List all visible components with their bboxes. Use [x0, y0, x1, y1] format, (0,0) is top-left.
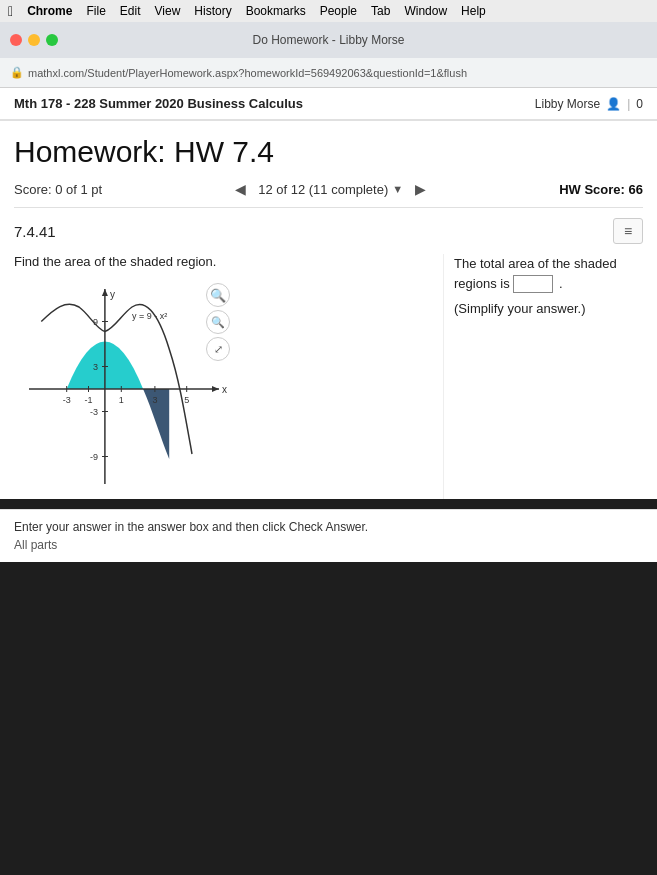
maximize-button[interactable] — [46, 34, 58, 46]
course-header: Mth 178 - 228 Summer 2020 Business Calcu… — [0, 88, 657, 121]
graph-container: -3 -1 1 3 5 9 — [14, 279, 234, 499]
user-name: Libby Morse — [535, 97, 600, 111]
chrome-titlebar: Do Homework - Libby Morse — [0, 22, 657, 58]
extra-info: 0 — [636, 97, 643, 111]
user-info: Libby Morse 👤 | 0 — [535, 97, 643, 111]
list-icon-button[interactable]: ≡ — [613, 218, 643, 244]
zoom-in-button[interactable]: 🔍 — [206, 283, 230, 307]
nav-position: 12 of 12 (11 complete) — [258, 182, 388, 197]
y-label-9: 9 — [93, 317, 98, 327]
nav-text: 12 of 12 (11 complete) ▼ — [258, 182, 403, 197]
expand-icon: ⤢ — [214, 343, 223, 356]
problem-row: 7.4.41 ≡ — [14, 218, 643, 244]
problem-right: The total area of the shaded regions is … — [443, 254, 643, 499]
hw-score: HW Score: 66 — [559, 182, 643, 197]
problem-left: Find the area of the shaded region. — [14, 254, 443, 499]
prev-arrow[interactable]: ◀ — [231, 179, 250, 199]
tab-title: Do Homework - Libby Morse — [252, 33, 404, 47]
next-arrow[interactable]: ▶ — [411, 179, 430, 199]
x-label-3: 3 — [152, 395, 157, 405]
separator: | — [627, 97, 630, 111]
url-text: mathxl.com/Student/PlayerHomework.aspx?h… — [28, 67, 467, 79]
bottom-instruction: Enter your answer in the answer box and … — [14, 520, 643, 534]
graph-svg: -3 -1 1 3 5 9 — [14, 279, 234, 499]
menu-window[interactable]: Window — [404, 4, 447, 18]
menu-view[interactable]: View — [155, 4, 181, 18]
simplify-note: (Simplify your answer.) — [454, 299, 643, 319]
y-label--9: -9 — [90, 452, 98, 462]
zoom-in-icon: 🔍 — [210, 288, 226, 303]
menu-people[interactable]: People — [320, 4, 357, 18]
zoom-out-button[interactable]: 🔍 — [206, 310, 230, 334]
menu-edit[interactable]: Edit — [120, 4, 141, 18]
expand-button[interactable]: ⤢ — [206, 337, 230, 361]
menu-history[interactable]: History — [194, 4, 231, 18]
answer-prompt: The total area of the shaded regions is … — [454, 254, 643, 293]
zoom-out-icon: 🔍 — [211, 316, 225, 329]
x-label--1: -1 — [84, 395, 92, 405]
homework-title: Homework: HW 7.4 — [14, 135, 643, 169]
lock-icon: 🔒 — [10, 66, 24, 79]
problem-instruction: Find the area of the shaded region. — [14, 254, 433, 269]
y-axis-label: y — [110, 289, 115, 300]
minimize-button[interactable] — [28, 34, 40, 46]
problem-number: 7.4.41 — [14, 223, 56, 240]
parts-label: All parts — [14, 538, 643, 552]
close-button[interactable] — [10, 34, 22, 46]
y-label--3: -3 — [90, 407, 98, 417]
x-label-1: 1 — [119, 395, 124, 405]
mac-menubar:  Chrome File Edit View History Bookmark… — [0, 0, 657, 22]
score-label: Score: 0 of 1 pt — [14, 182, 102, 197]
graph-overlay-buttons: 🔍 🔍 ⤢ — [206, 283, 230, 361]
user-icon: 👤 — [606, 97, 621, 111]
x-label-5: 5 — [184, 395, 189, 405]
menu-help[interactable]: Help — [461, 4, 486, 18]
main-content: Homework: HW 7.4 Score: 0 of 1 pt ◀ 12 o… — [0, 121, 657, 499]
score-nav-row: Score: 0 of 1 pt ◀ 12 of 12 (11 complete… — [14, 179, 643, 208]
address-bar[interactable]: 🔒 mathxl.com/Student/PlayerHomework.aspx… — [0, 58, 657, 88]
nav-controls: ◀ 12 of 12 (11 complete) ▼ ▶ — [231, 179, 430, 199]
nav-dropdown-icon[interactable]: ▼ — [392, 183, 403, 195]
answer-prompt-text-2: . — [559, 276, 563, 291]
traffic-lights — [10, 34, 58, 46]
answer-area: Enter your answer in the answer box and … — [0, 509, 657, 562]
y-label-3: 3 — [93, 362, 98, 372]
list-icon: ≡ — [624, 223, 632, 239]
menu-bookmarks[interactable]: Bookmarks — [246, 4, 306, 18]
menu-tab[interactable]: Tab — [371, 4, 390, 18]
equation-label: y = 9 - x² — [132, 311, 167, 321]
answer-input-box[interactable] — [513, 275, 553, 293]
course-title: Mth 178 - 228 Summer 2020 Business Calcu… — [14, 96, 303, 111]
x-label--3: -3 — [63, 395, 71, 405]
menu-file[interactable]: File — [86, 4, 105, 18]
apple-menu[interactable]:  — [8, 3, 13, 19]
x-axis-label: x — [222, 384, 227, 395]
problem-area: Find the area of the shaded region. — [14, 254, 643, 499]
menu-chrome[interactable]: Chrome — [27, 4, 72, 18]
